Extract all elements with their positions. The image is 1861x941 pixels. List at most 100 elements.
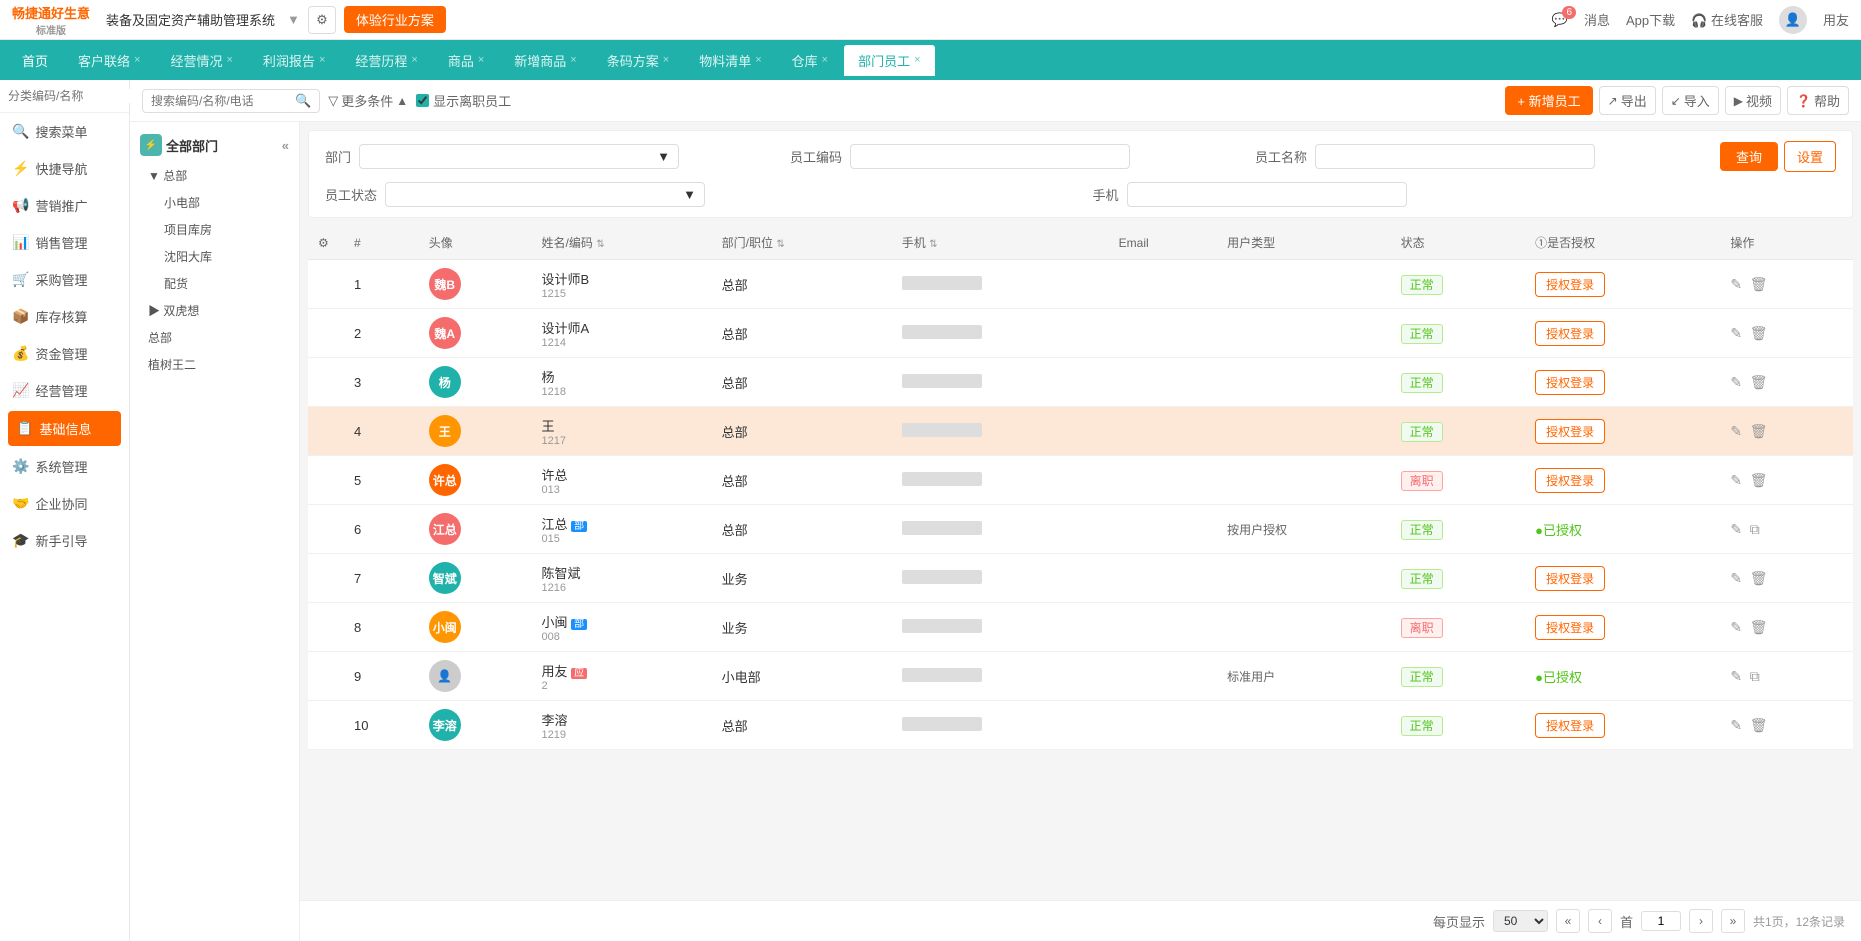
sidebar-item-sales[interactable]: 📊 销售管理 bbox=[0, 224, 129, 261]
delete-button-10[interactable]: 🗑 bbox=[1750, 717, 1768, 733]
tree-node-shenyang[interactable]: 沈阳大库 bbox=[140, 243, 299, 270]
tree-node-shuanghu[interactable]: ▶ 双虎想 bbox=[140, 297, 299, 324]
filter-empcode-input[interactable] bbox=[850, 144, 1130, 169]
delete-button-7[interactable]: 🗑 bbox=[1750, 570, 1768, 586]
sidebar-item-search[interactable]: 🔍 搜索菜单 bbox=[0, 113, 129, 150]
tab-operation[interactable]: 经营情况 × bbox=[156, 45, 246, 76]
help-button[interactable]: ❓ 帮助 bbox=[1787, 86, 1849, 115]
filter-empname-input[interactable] bbox=[1315, 144, 1595, 169]
tab-add-goods[interactable]: 新增商品 × bbox=[500, 45, 590, 76]
sidebar-item-basic[interactable]: 📋 基础信息 bbox=[8, 411, 121, 446]
th-phone[interactable]: 手机 ⇅ bbox=[892, 226, 1109, 260]
sidebar-item-marketing[interactable]: 📢 营销推广 bbox=[0, 187, 129, 224]
user-avatar[interactable]: 👤 bbox=[1779, 6, 1807, 34]
filter-status-select[interactable]: ▼ bbox=[385, 182, 705, 207]
tab-employee[interactable]: 部门员工 × bbox=[844, 45, 934, 76]
tab-home[interactable]: 首页 bbox=[8, 45, 62, 76]
last-page-button[interactable]: » bbox=[1721, 909, 1745, 933]
set-button[interactable]: 设置 bbox=[1784, 141, 1836, 172]
delete-button-1[interactable]: 🗑 bbox=[1750, 276, 1768, 292]
delete-button-3[interactable]: 🗑 bbox=[1750, 374, 1768, 390]
filter-phone-input[interactable] bbox=[1127, 182, 1407, 207]
auth-button-10[interactable]: 授权登录 bbox=[1535, 713, 1605, 738]
edit-button-5[interactable]: ✎ bbox=[1730, 472, 1742, 488]
show-resigned-checkbox-label[interactable]: 显示离职员工 bbox=[416, 91, 511, 110]
more-conditions-button[interactable]: ▽ 更多条件 ▲ bbox=[328, 91, 408, 110]
auth-button-3[interactable]: 授权登录 bbox=[1535, 370, 1605, 395]
auth-button-1[interactable]: 授权登录 bbox=[1535, 272, 1605, 297]
auth-button-4[interactable]: 授权登录 bbox=[1535, 419, 1605, 444]
tab-customer[interactable]: 客户联络 × bbox=[64, 45, 154, 76]
video-button[interactable]: ▶ 视频 bbox=[1725, 86, 1781, 115]
next-page-button[interactable]: › bbox=[1689, 909, 1713, 933]
app-download-button[interactable]: App下载 bbox=[1626, 10, 1675, 29]
sidebar-item-system[interactable]: ⚙️ 系统管理 bbox=[0, 448, 129, 485]
system-select-dropdown[interactable]: ▼ bbox=[287, 12, 300, 27]
close-bom-tab[interactable]: × bbox=[755, 54, 761, 66]
tree-collapse-button[interactable]: « bbox=[282, 138, 289, 153]
close-history-tab[interactable]: × bbox=[411, 54, 417, 66]
close-addgoods-tab[interactable]: × bbox=[570, 54, 576, 66]
sidebar-item-purchase[interactable]: 🛒 采购管理 bbox=[0, 261, 129, 298]
delete-button-4[interactable]: 🗑 bbox=[1750, 423, 1768, 439]
th-dept[interactable]: 部门/职位 ⇅ bbox=[712, 226, 892, 260]
edit-button-2[interactable]: ✎ bbox=[1730, 325, 1742, 341]
auth-button-5[interactable]: 授权登录 bbox=[1535, 468, 1605, 493]
edit-button-7[interactable]: ✎ bbox=[1730, 570, 1742, 586]
tree-node-hq2[interactable]: 总部 bbox=[140, 324, 299, 351]
page-size-select[interactable]: 50 100 bbox=[1493, 910, 1548, 932]
trial-button[interactable]: 体验行业方案 bbox=[344, 6, 446, 33]
edit-button-8[interactable]: ✎ bbox=[1730, 619, 1742, 635]
close-customer-tab[interactable]: × bbox=[134, 54, 140, 66]
tab-goods[interactable]: 商品 × bbox=[434, 45, 498, 76]
export-button[interactable]: ↗ 导出 bbox=[1599, 86, 1656, 115]
add-employee-button[interactable]: + 新增员工 bbox=[1505, 86, 1592, 115]
tree-node-general-hq[interactable]: ▼ 总部 bbox=[140, 162, 299, 189]
tab-warehouse[interactable]: 仓库 × bbox=[778, 45, 842, 76]
auth-button-2[interactable]: 授权登录 bbox=[1535, 321, 1605, 346]
close-operation-tab[interactable]: × bbox=[226, 54, 232, 66]
tab-profit[interactable]: 利润报告 × bbox=[249, 45, 339, 76]
close-profit-tab[interactable]: × bbox=[319, 54, 325, 66]
close-warehouse-tab[interactable]: × bbox=[822, 54, 828, 66]
close-barcode-tab[interactable]: × bbox=[663, 54, 669, 66]
edit-button-9[interactable]: ✎ bbox=[1730, 668, 1742, 684]
sidebar-item-operation[interactable]: 📈 经营管理 bbox=[0, 372, 129, 409]
delete-button-5[interactable]: 🗑 bbox=[1750, 472, 1768, 488]
sidebar-item-finance[interactable]: 💰 资金管理 bbox=[0, 335, 129, 372]
copy-button-9[interactable]: ⧉ bbox=[1750, 668, 1760, 684]
th-name[interactable]: 姓名/编码 ⇅ bbox=[532, 226, 712, 260]
filter-dept-select[interactable]: ▼ bbox=[359, 144, 679, 169]
notification-button[interactable]: 💬 6 bbox=[1552, 12, 1568, 28]
employee-search-icon[interactable]: 🔍 bbox=[295, 93, 311, 109]
tab-bom[interactable]: 物料清单 × bbox=[685, 45, 775, 76]
tree-node-planting[interactable]: 植树王二 bbox=[140, 351, 299, 378]
sidebar-item-collab[interactable]: 🤝 企业协同 bbox=[0, 485, 129, 522]
online-service-button[interactable]: 🎧 在线客服 bbox=[1691, 10, 1763, 29]
close-goods-tab[interactable]: × bbox=[478, 54, 484, 66]
edit-button-4[interactable]: ✎ bbox=[1730, 423, 1742, 439]
th-settings[interactable]: ⚙ bbox=[308, 226, 344, 260]
prev-page-button[interactable]: ‹ bbox=[1588, 909, 1612, 933]
auth-button-8[interactable]: 授权登录 bbox=[1535, 615, 1605, 640]
tree-node-small-elec[interactable]: 小电部 bbox=[140, 189, 299, 216]
query-button[interactable]: 查询 bbox=[1720, 142, 1778, 171]
copy-button-6[interactable]: ⧉ bbox=[1750, 521, 1760, 537]
delete-button-8[interactable]: 🗑 bbox=[1750, 619, 1768, 635]
sidebar-item-guide[interactable]: 🎓 新手引导 bbox=[0, 522, 129, 559]
tab-barcode[interactable]: 条码方案 × bbox=[593, 45, 683, 76]
close-employee-tab[interactable]: × bbox=[914, 54, 920, 66]
page-number-input[interactable] bbox=[1641, 911, 1681, 931]
sidebar-item-inventory[interactable]: 📦 库存核算 bbox=[0, 298, 129, 335]
edit-button-10[interactable]: ✎ bbox=[1730, 717, 1742, 733]
first-page-button[interactable]: « bbox=[1556, 909, 1580, 933]
edit-button-3[interactable]: ✎ bbox=[1730, 374, 1742, 390]
import-button[interactable]: ↙ 导入 bbox=[1662, 86, 1719, 115]
settings-gear-button[interactable]: ⚙ bbox=[308, 6, 336, 34]
tree-node-project-room[interactable]: 项目库房 bbox=[140, 216, 299, 243]
tab-history[interactable]: 经营历程 × bbox=[341, 45, 431, 76]
delete-button-2[interactable]: 🗑 bbox=[1750, 325, 1768, 341]
edit-button-6[interactable]: ✎ bbox=[1730, 521, 1742, 537]
show-resigned-checkbox[interactable] bbox=[416, 94, 429, 107]
edit-button-1[interactable]: ✎ bbox=[1730, 276, 1742, 292]
